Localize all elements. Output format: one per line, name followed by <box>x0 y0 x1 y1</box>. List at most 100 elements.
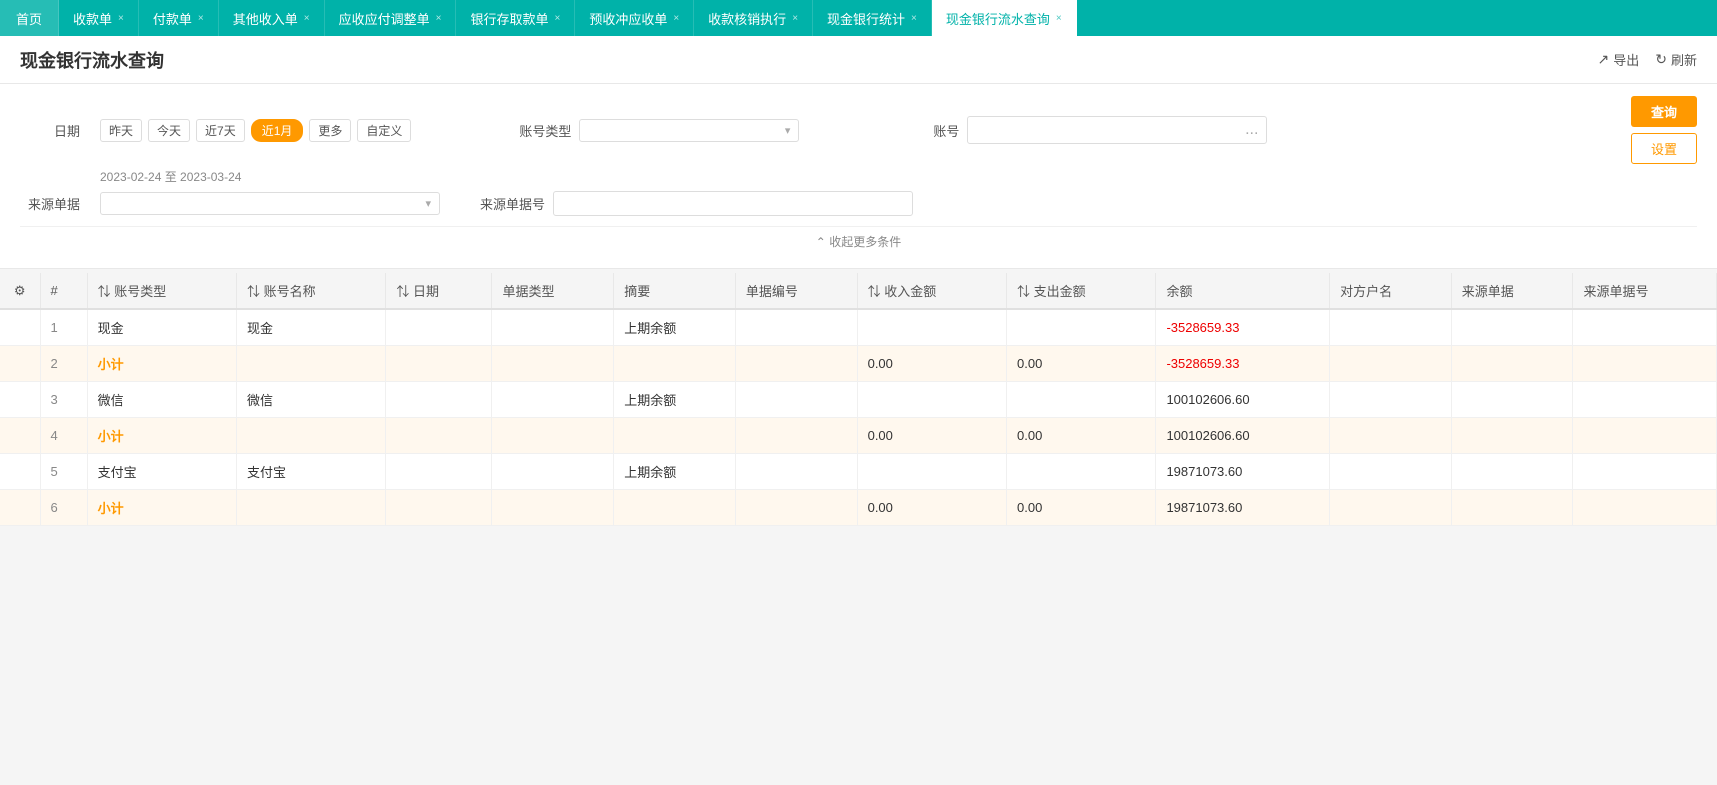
col-account-type[interactable]: ⇅ 账号类型 <box>87 273 236 309</box>
cell-income: 0.00 <box>857 346 1006 382</box>
cell-gear <box>0 418 40 454</box>
cell-counterpart <box>1330 490 1452 526</box>
cell-expense: 0.00 <box>1007 490 1156 526</box>
gear-icon[interactable]: ⚙ <box>14 283 26 298</box>
close-icon[interactable]: × <box>304 13 310 24</box>
account-input[interactable] <box>976 123 1241 138</box>
cell-expense <box>1007 382 1156 418</box>
close-icon[interactable]: × <box>792 13 798 24</box>
cell-doc-type <box>492 382 614 418</box>
page-header: 现金银行流水查询 ↗ 导出 ↻ 刷新 <box>0 36 1717 84</box>
cell-balance: -3528659.33 <box>1156 309 1330 346</box>
cell-source-doc-no <box>1573 309 1717 346</box>
refresh-label: 刷新 <box>1671 50 1697 69</box>
nav-home[interactable]: 首页 <box>0 0 59 36</box>
cell-date <box>386 418 492 454</box>
cell-gear <box>0 309 40 346</box>
close-icon[interactable]: × <box>673 13 679 24</box>
source-doc-select[interactable]: ▾ <box>100 192 440 215</box>
cell-counterpart <box>1330 454 1452 490</box>
cell-source-doc <box>1451 418 1573 454</box>
cell-source-doc <box>1451 346 1573 382</box>
account-dots-icon[interactable]: ... <box>1245 121 1258 139</box>
cell-source-doc-no <box>1573 490 1717 526</box>
cell-expense <box>1007 454 1156 490</box>
close-icon[interactable]: × <box>118 13 124 24</box>
filter-area: 日期 昨天 今天 近7天 近1月 更多 自定义 账号类型 ▾ 账号 ... 查询 <box>0 84 1717 269</box>
query-button[interactable]: 查询 <box>1631 96 1697 127</box>
cell-doc-type <box>492 346 614 382</box>
date-btn-more[interactable]: 更多 <box>309 119 351 142</box>
date-btn-yesterday[interactable]: 昨天 <box>100 119 142 142</box>
cell-counterpart <box>1330 346 1452 382</box>
cell-account-name <box>236 490 385 526</box>
col-income[interactable]: ⇅ 收入金额 <box>857 273 1006 309</box>
nav-tab-7[interactable]: 现金银行统计 × <box>813 0 932 36</box>
close-icon[interactable]: × <box>911 13 917 24</box>
nav-tab-label-8: 现金银行流水查询 <box>946 9 1050 28</box>
close-icon[interactable]: × <box>1056 13 1062 24</box>
refresh-icon: ↻ <box>1655 51 1667 68</box>
source-doc-no-input[interactable] <box>553 191 913 216</box>
nav-tab-label-3: 应收应付调整单 <box>339 9 430 28</box>
col-counterpart: 对方户名 <box>1330 273 1452 309</box>
nav-tab-0[interactable]: 收款单 × <box>59 0 139 36</box>
cell-expense <box>1007 309 1156 346</box>
cell-income: 0.00 <box>857 490 1006 526</box>
cell-summary <box>614 418 736 454</box>
date-btn-1month[interactable]: 近1月 <box>251 119 304 142</box>
date-btn-7days[interactable]: 近7天 <box>196 119 245 142</box>
nav-tab-8[interactable]: 现金银行流水查询 × <box>932 0 1077 36</box>
chevron-down-icon-2: ▾ <box>425 197 431 210</box>
cell-date <box>386 382 492 418</box>
cell-num: 6 <box>40 490 87 526</box>
cell-counterpart <box>1330 382 1452 418</box>
nav-tab-6[interactable]: 收款核销执行 × <box>694 0 813 36</box>
cell-balance: 19871073.60 <box>1156 454 1330 490</box>
date-range-display: 2023-02-24 至 2023-03-24 <box>100 168 241 185</box>
nav-tab-label-2: 其他收入单 <box>233 9 298 28</box>
account-input-wrapper: ... <box>967 116 1267 144</box>
cell-account-type: 小计 <box>87 490 236 526</box>
nav-tab-5[interactable]: 预收冲应收单 × <box>575 0 694 36</box>
close-icon[interactable]: × <box>554 13 560 24</box>
refresh-button[interactable]: ↻ 刷新 <box>1655 50 1697 69</box>
table-header: ⚙ # ⇅ 账号类型 ⇅ 账号名称 ⇅ 日期 单据类型 摘要 单据编号 ⇅ 收入… <box>0 273 1717 309</box>
col-date[interactable]: ⇅ 日期 <box>386 273 492 309</box>
nav-tab-3[interactable]: 应收应付调整单 × <box>325 0 457 36</box>
cell-account-type: 小计 <box>87 346 236 382</box>
cell-income <box>857 382 1006 418</box>
cell-balance: 100102606.60 <box>1156 382 1330 418</box>
header-actions: ↗ 导出 ↻ 刷新 <box>1598 50 1698 69</box>
table-container: ⚙ # ⇅ 账号类型 ⇅ 账号名称 ⇅ 日期 单据类型 摘要 单据编号 ⇅ 收入… <box>0 273 1717 526</box>
col-gear[interactable]: ⚙ <box>0 273 40 309</box>
date-btn-custom[interactable]: 自定义 <box>357 119 411 142</box>
account-type-select[interactable]: ▾ <box>579 119 799 142</box>
date-filter-buttons: 昨天 今天 近7天 近1月 更多 自定义 <box>100 119 411 142</box>
nav-tab-label-5: 预收冲应收单 <box>589 9 667 28</box>
export-button[interactable]: ↗ 导出 <box>1598 50 1640 69</box>
nav-tab-4[interactable]: 银行存取款单 × <box>456 0 575 36</box>
col-account-name[interactable]: ⇅ 账号名称 <box>236 273 385 309</box>
cell-account-name: 支付宝 <box>236 454 385 490</box>
cell-counterpart <box>1330 418 1452 454</box>
nav-tab-1[interactable]: 付款单 × <box>139 0 219 36</box>
settings-button[interactable]: 设置 <box>1631 133 1697 164</box>
collapse-bar[interactable]: ⌃ 收起更多条件 <box>20 226 1697 256</box>
filter-row-1: 日期 昨天 今天 近7天 近1月 更多 自定义 账号类型 ▾ 账号 ... 查询 <box>20 96 1697 164</box>
col-expense[interactable]: ⇅ 支出金额 <box>1007 273 1156 309</box>
cell-num: 5 <box>40 454 87 490</box>
account-type-label: 账号类型 <box>511 121 571 140</box>
col-num: # <box>40 273 87 309</box>
close-icon[interactable]: × <box>436 13 442 24</box>
date-btn-today[interactable]: 今天 <box>148 119 190 142</box>
date-filter-label: 日期 <box>20 121 80 140</box>
cell-account-type: 现金 <box>87 309 236 346</box>
export-icon: ↗ <box>1598 51 1610 68</box>
cell-expense: 0.00 <box>1007 418 1156 454</box>
cell-date <box>386 346 492 382</box>
cell-source-doc <box>1451 454 1573 490</box>
close-icon[interactable]: × <box>198 13 204 24</box>
col-balance: 余额 <box>1156 273 1330 309</box>
nav-tab-2[interactable]: 其他收入单 × <box>219 0 325 36</box>
